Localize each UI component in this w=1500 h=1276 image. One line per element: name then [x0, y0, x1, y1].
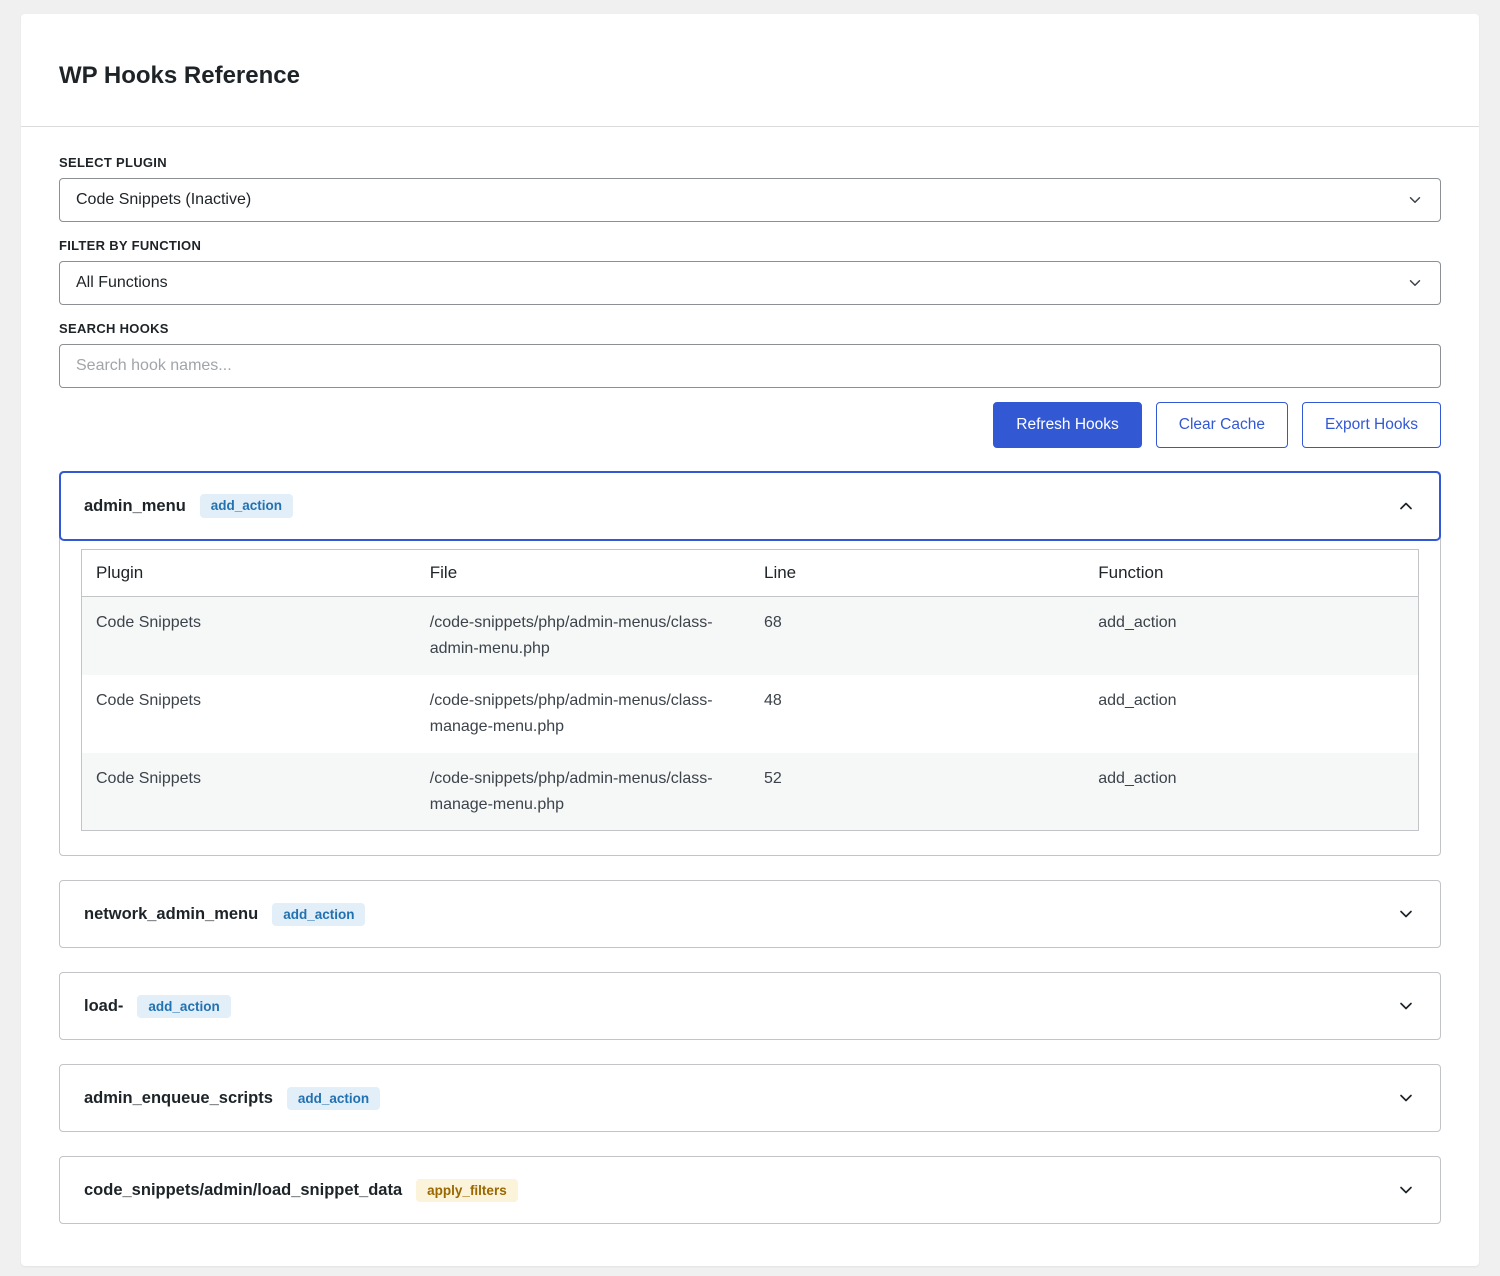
cell-line: 68	[764, 614, 782, 631]
actions-row: Refresh Hooks Clear Cache Export Hooks	[59, 402, 1441, 448]
column-header-function: Function	[1084, 549, 1419, 597]
hook-type-badge: add_action	[199, 494, 294, 518]
refresh-hooks-button[interactable]: Refresh Hooks	[993, 402, 1142, 448]
card-header: WP Hooks Reference	[21, 14, 1479, 127]
chevron-down-icon	[1406, 191, 1424, 209]
hook-item-admin-enqueue-scripts: admin_enqueue_scripts add_action	[59, 1064, 1441, 1133]
hook-name: network_admin_menu	[84, 904, 259, 923]
hook-item-load-snippet-data: code_snippets/admin/load_snippet_data ap…	[59, 1156, 1441, 1225]
filter-function-label: FILTER BY FUNCTION	[59, 238, 202, 253]
chevron-down-icon	[1396, 904, 1416, 924]
hook-header-network-admin-menu[interactable]: network_admin_menu add_action	[60, 881, 1440, 947]
chevron-down-icon	[1406, 274, 1424, 292]
hook-type-badge: add_action	[137, 994, 231, 1019]
cell-file: /code-snippets/php/admin-menus/class-man…	[429, 691, 713, 735]
plugin-select[interactable]: Code Snippets (Inactive)	[59, 178, 1441, 222]
column-header-line: Line	[750, 549, 1085, 597]
hook-usage-table: Plugin File Line Function Code Snippets …	[81, 549, 1419, 832]
cell-function: add_action	[1098, 769, 1177, 787]
plugin-select-value: Code Snippets (Inactive)	[76, 191, 252, 208]
hook-name: admin_menu	[84, 496, 186, 515]
chevron-up-icon	[1396, 496, 1416, 516]
hook-type-badge: add_action	[286, 1086, 381, 1111]
table-row: Code Snippets /code-snippets/php/admin-m…	[81, 752, 1419, 831]
search-input[interactable]	[59, 344, 1441, 388]
cell-line: 52	[764, 769, 782, 787]
cell-plugin: Code Snippets	[96, 614, 201, 631]
column-header-plugin: Plugin	[81, 549, 416, 597]
hook-header-admin-enqueue-scripts[interactable]: admin_enqueue_scripts add_action	[60, 1065, 1440, 1131]
chevron-down-icon	[1396, 1088, 1416, 1108]
function-filter-value: All Functions	[76, 274, 168, 291]
search-hooks-label: SEARCH HOOKS	[59, 321, 169, 336]
hook-item-load: load- add_action	[59, 972, 1441, 1041]
hook-name: admin_enqueue_scripts	[84, 1088, 273, 1107]
cell-line: 48	[764, 691, 782, 709]
hook-details: Plugin File Line Function Code Snippets …	[60, 540, 1440, 855]
table-row: Code Snippets /code-snippets/php/admin-m…	[81, 596, 1419, 675]
cell-file: /code-snippets/php/admin-menus/class-adm…	[429, 614, 713, 657]
hook-item-network-admin-menu: network_admin_menu add_action	[59, 880, 1441, 949]
export-hooks-button[interactable]: Export Hooks	[1301, 402, 1441, 448]
cell-function: add_action	[1098, 614, 1177, 631]
chevron-down-icon	[1396, 1180, 1416, 1200]
hook-name: load-	[84, 996, 124, 1015]
hook-header-load[interactable]: load- add_action	[60, 973, 1440, 1039]
cell-function: add_action	[1098, 691, 1177, 709]
wp-hooks-reference-card: WP Hooks Reference SELECT PLUGIN Code Sn…	[21, 14, 1479, 1267]
card-body: SELECT PLUGIN Code Snippets (Inactive) F…	[21, 127, 1479, 1266]
function-filter-select[interactable]: All Functions	[59, 261, 1441, 305]
table-header-row: Plugin File Line Function	[81, 549, 1419, 597]
cell-plugin: Code Snippets	[96, 691, 201, 709]
page-title: WP Hooks Reference	[59, 62, 300, 89]
chevron-down-icon	[1396, 996, 1416, 1016]
clear-cache-button[interactable]: Clear Cache	[1155, 402, 1288, 448]
hook-type-badge: apply_filters	[416, 1178, 518, 1203]
table-row: Code Snippets /code-snippets/php/admin-m…	[81, 674, 1419, 753]
hook-type-badge: add_action	[272, 902, 366, 927]
hook-header-admin-menu[interactable]: admin_menu add_action	[59, 471, 1441, 541]
cell-file: /code-snippets/php/admin-menus/class-man…	[429, 769, 713, 813]
hook-header-load-snippet-data[interactable]: code_snippets/admin/load_snippet_data ap…	[60, 1157, 1440, 1223]
cell-plugin: Code Snippets	[96, 769, 201, 787]
hook-item-admin-menu: admin_menu add_action Plugin File Line F…	[59, 471, 1441, 857]
hook-name: code_snippets/admin/load_snippet_data	[84, 1180, 403, 1199]
column-header-file: File	[415, 549, 750, 597]
select-plugin-label: SELECT PLUGIN	[59, 155, 167, 170]
